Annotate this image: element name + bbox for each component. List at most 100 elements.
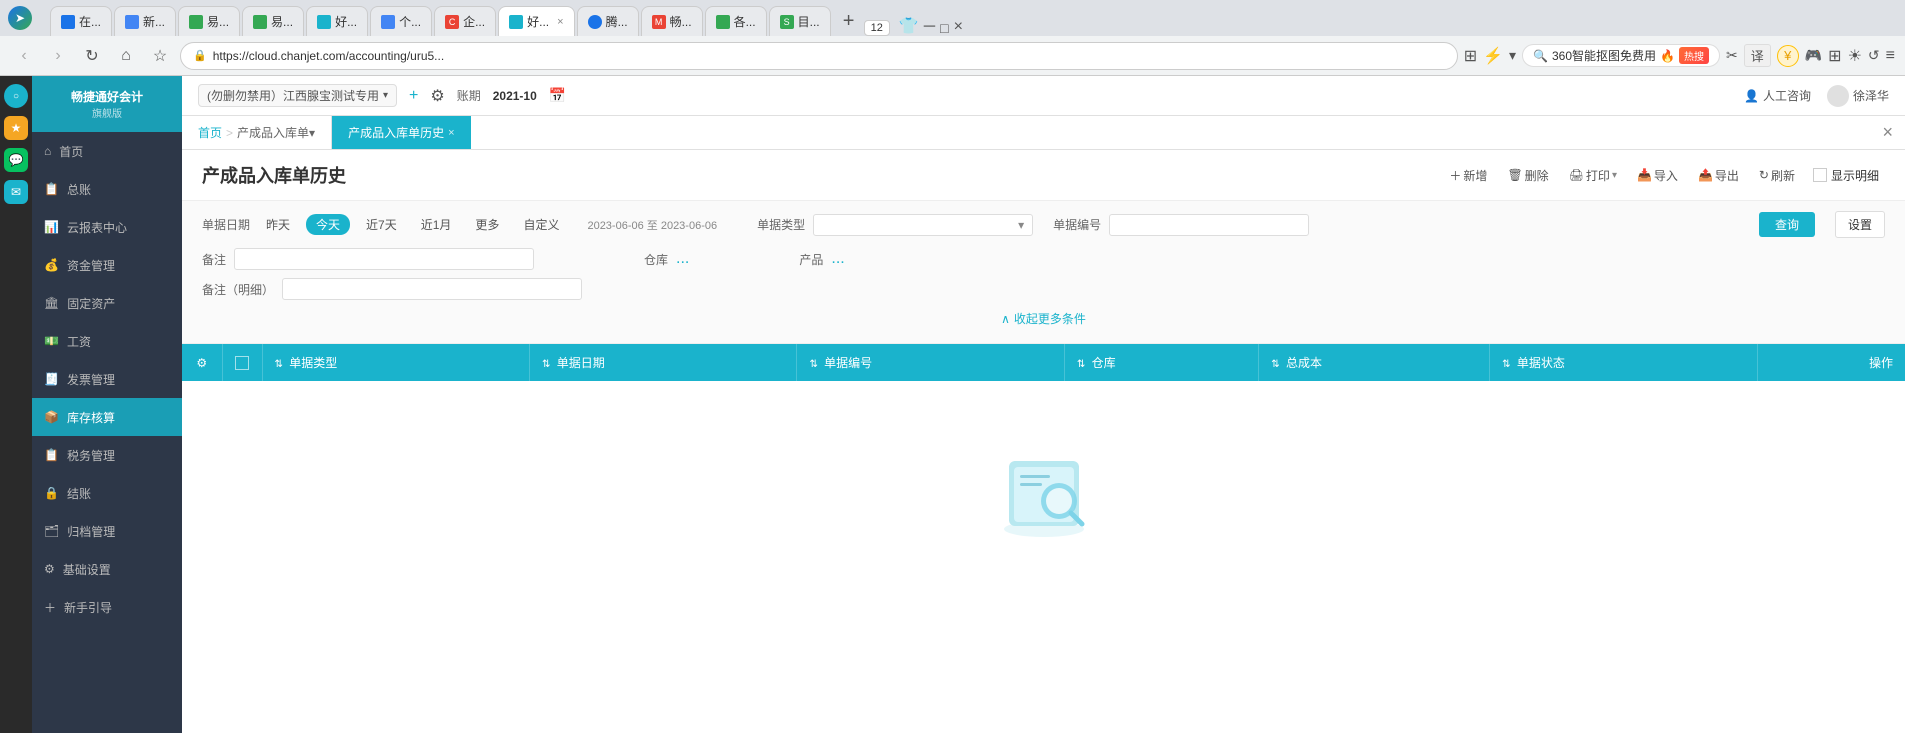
sidebar-item-invoice[interactable]: 🧾 发票管理 <box>32 360 182 398</box>
app-mail-icon[interactable]: ✉ <box>4 180 28 204</box>
tab-item-10[interactable]: M 畅... <box>641 6 703 36</box>
collapse-bar[interactable]: ∧ 收起更多条件 <box>202 304 1885 333</box>
browser-nav-icon[interactable]: ➤ <box>8 6 32 30</box>
product-dots[interactable]: ... <box>831 250 844 268</box>
page-tab-history[interactable]: 产成品入库单历史 × <box>332 116 470 149</box>
date-btn-7days[interactable]: 近7天 <box>358 214 405 235</box>
close-btn[interactable]: × <box>954 18 963 36</box>
th-checkbox[interactable] <box>222 344 262 381</box>
app-star-icon[interactable]: ★ <box>4 116 28 140</box>
voucher-no-input[interactable] <box>1109 214 1309 236</box>
sidebar-item-home[interactable]: ⌂ 首页 <box>32 132 182 170</box>
note-input[interactable] <box>234 248 534 270</box>
sidebar-item-basic[interactable]: ⚙ 基础设置 <box>32 550 182 588</box>
refresh-btn[interactable]: ↻ <box>78 42 106 70</box>
period-value[interactable]: 2021-10 <box>493 89 537 103</box>
date-btn-1month[interactable]: 近1月 <box>413 214 460 235</box>
translate-btn[interactable]: 译 <box>1744 44 1771 67</box>
settings-gear-icon[interactable]: ⚙ <box>430 86 444 106</box>
tab-item-8[interactable]: 好... × <box>498 6 574 36</box>
app-wechat-icon[interactable]: 💬 <box>4 148 28 172</box>
tab-add-btn[interactable]: + <box>835 8 863 36</box>
th-warehouse[interactable]: ⇅ 仓库 <box>1064 344 1258 381</box>
tab-item-11[interactable]: 各... <box>705 6 767 36</box>
th-gear[interactable]: ⚙ <box>182 344 222 381</box>
app-circle-icon[interactable]: ○ <box>4 84 28 108</box>
tab-item-7[interactable]: C 企... <box>434 6 496 36</box>
tab-icon-3 <box>189 15 203 29</box>
lightning-icon[interactable]: ⚡ <box>1483 46 1503 66</box>
breadcrumb-home[interactable]: 首页 <box>198 124 222 141</box>
print-btn[interactable]: 🖨 打印 ▾ <box>1561 164 1625 187</box>
show-col-toggle[interactable]: 显示明细 <box>1807 164 1885 187</box>
grid-icon[interactable]: ⊞ <box>1464 46 1477 66</box>
user-service-btn[interactable]: 👤 人工咨询 <box>1744 87 1811 104</box>
sidebar-item-inventory[interactable]: 📦 库存核算 <box>32 398 182 436</box>
tab-close-8[interactable]: × <box>557 16 563 28</box>
tab-item-3[interactable]: 易... <box>178 6 240 36</box>
refresh-btn[interactable]: ↻ 刷新 <box>1751 164 1803 187</box>
note-detail-input[interactable] <box>282 278 582 300</box>
page-tab-history-close[interactable]: × <box>448 127 454 139</box>
date-btn-custom[interactable]: 自定义 <box>515 214 567 235</box>
query-btn[interactable]: 查询 <box>1759 212 1815 237</box>
add-btn[interactable]: ＋ 新增 <box>1441 164 1495 187</box>
sidebar-item-finance[interactable]: 💰 资金管理 <box>32 246 182 284</box>
import-btn[interactable]: 📥 导入 <box>1629 164 1686 187</box>
tab-item-12[interactable]: S 目... <box>769 6 831 36</box>
sidebar-item-more[interactable]: ＋ 新手引导 <box>32 588 182 626</box>
date-btn-more[interactable]: 更多 <box>467 214 507 235</box>
export-btn[interactable]: 📤 导出 <box>1690 164 1747 187</box>
history-icon[interactable]: ↺ <box>1868 47 1880 64</box>
sidebar-item-fixed[interactable]: 🏛 固定资产 <box>32 284 182 322</box>
theme-icon[interactable]: ☀ <box>1848 46 1862 66</box>
tab-item-9[interactable]: 腾... <box>577 6 639 36</box>
th-type[interactable]: ⇅ 单据类型 <box>262 344 529 381</box>
date-btn-yesterday[interactable]: 昨天 <box>258 214 298 235</box>
tab-item-4[interactable]: 易... <box>242 6 304 36</box>
sidebar-item-ledger[interactable]: 📋 总账 <box>32 170 182 208</box>
back-btn[interactable]: ‹ <box>10 42 38 70</box>
sidebar-item-ledger-label: 总账 <box>67 181 91 198</box>
menu-icon[interactable]: ≡ <box>1886 47 1895 65</box>
tab-item-2[interactable]: 新... <box>114 6 176 36</box>
warehouse-dots[interactable]: ... <box>676 250 689 268</box>
url-bar[interactable]: 🔒 https://cloud.chanjet.com/accounting/u… <box>180 42 1458 70</box>
panel-close-btn[interactable]: × <box>1870 116 1905 149</box>
avatar[interactable]: 徐泽华 <box>1827 85 1889 107</box>
th-no[interactable]: ⇅ 单据编号 <box>797 344 1064 381</box>
bookmark-btn[interactable]: ☆ <box>146 42 174 70</box>
tab-item-1[interactable]: 在... <box>50 6 112 36</box>
apps-icon[interactable]: ⊞ <box>1828 46 1841 66</box>
home-btn[interactable]: ⌂ <box>112 42 140 70</box>
company-select[interactable]: (勿删勿禁用）江西腺宝测试专用 ▾ <box>198 84 397 107</box>
table-settings-btn[interactable]: 设置 <box>1835 211 1885 238</box>
maximize-btn[interactable]: □ <box>940 20 948 36</box>
breadcrumb-list[interactable]: 产成品入库单▾ <box>237 124 315 141</box>
add-company-btn[interactable]: + <box>409 87 418 105</box>
calendar-icon[interactable]: 📅 <box>549 87 566 104</box>
th-status[interactable]: ⇅ 单据状态 <box>1490 344 1757 381</box>
sidebar-item-tax[interactable]: 📋 税务管理 <box>32 436 182 474</box>
sidebar-item-archive[interactable]: 🗂 归档管理 <box>32 512 182 550</box>
sidebar-item-payroll[interactable]: 💵 工资 <box>32 322 182 360</box>
page-tab-list[interactable]: 产成品入库单历史 × <box>332 116 470 149</box>
forward-btn[interactable]: › <box>44 42 72 70</box>
sidebar-item-report[interactable]: 📊 云报表中心 <box>32 208 182 246</box>
tab-item-6[interactable]: 个... <box>370 6 432 36</box>
yuan-btn[interactable]: ¥ <box>1777 45 1799 67</box>
game-icon[interactable]: 🎮 <box>1805 47 1822 64</box>
search-bar-ext[interactable]: 🔍 360智能抠图免费用 🔥 热搜 <box>1522 44 1720 67</box>
th-cost[interactable]: ⇅ 总成本 <box>1259 344 1490 381</box>
url-dropdown-icon[interactable]: ▾ <box>1509 47 1516 64</box>
voucher-type-select[interactable]: ▾ <box>813 214 1033 236</box>
date-btn-today[interactable]: 今天 <box>306 214 350 235</box>
scissors-icon[interactable]: ✂ <box>1726 47 1738 64</box>
minimize-btn[interactable]: ─ <box>924 18 935 36</box>
tab-item-5[interactable]: 好... <box>306 6 368 36</box>
url-text: https://cloud.chanjet.com/accounting/uru… <box>213 49 444 63</box>
sidebar-item-closing[interactable]: 🔒 结账 <box>32 474 182 512</box>
tab-shirt-icon[interactable]: 👕 <box>899 16 919 36</box>
th-date[interactable]: ⇅ 单据日期 <box>529 344 796 381</box>
delete-btn[interactable]: 🗑 删除 <box>1499 164 1556 187</box>
